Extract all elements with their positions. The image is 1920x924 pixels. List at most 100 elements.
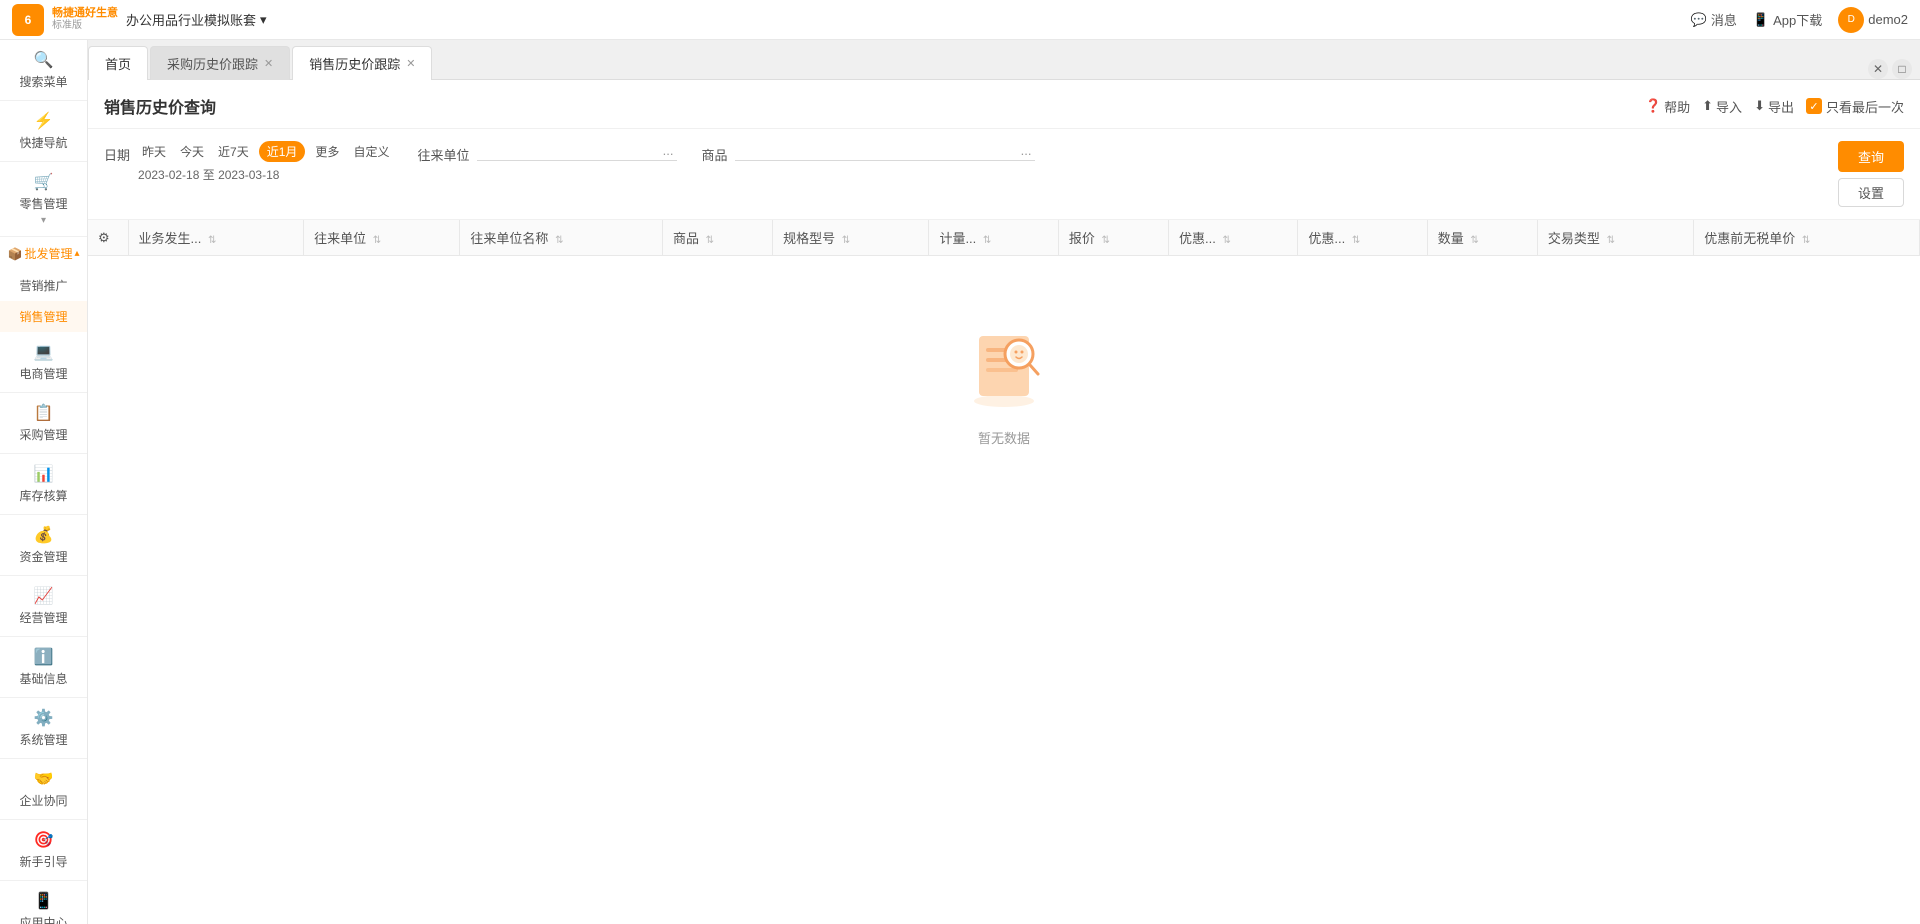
th-disc1-label: 优惠... bbox=[1179, 231, 1216, 246]
sidebar-item-system[interactable]: ⚙️ 系统管理 bbox=[0, 698, 87, 759]
sidebar-item-search-menu[interactable]: 🔍 搜索菜单 bbox=[0, 40, 87, 101]
th-partner-name-label: 往来单位名称 bbox=[470, 231, 548, 246]
sort-icon-pretax-price: ⇅ bbox=[1802, 235, 1810, 246]
th-qty[interactable]: 数量 ⇅ bbox=[1427, 220, 1537, 256]
settings-button[interactable]: 设置 bbox=[1838, 178, 1904, 207]
tab-home[interactable]: 首页 bbox=[88, 46, 148, 80]
sidebar-item-marketing[interactable]: 营销推广 bbox=[0, 270, 87, 301]
th-price-label: 报价 bbox=[1069, 231, 1095, 246]
wholesale-submenu: 营销推广 销售管理 bbox=[0, 270, 87, 332]
tab-bar-controls: ✕ □ bbox=[1868, 59, 1920, 79]
sidebar-item-inventory[interactable]: 📊 库存核算 bbox=[0, 454, 87, 515]
sidebar-item-finance[interactable]: 💰 资金管理 bbox=[0, 515, 87, 576]
chevron-down-icon: ▾ bbox=[260, 12, 267, 28]
partner-input[interactable]: ... bbox=[477, 141, 677, 161]
account-dropdown[interactable]: 办公用品行业模拟账套 ▾ bbox=[126, 10, 267, 29]
sort-icon-price: ⇅ bbox=[1101, 235, 1109, 246]
import-button[interactable]: ⬆ 导入 bbox=[1702, 97, 1742, 116]
sidebar-label-system: 系统管理 bbox=[19, 731, 67, 748]
th-disc2[interactable]: 优惠... ⇅ bbox=[1298, 220, 1427, 256]
th-partner-name[interactable]: 往来单位名称 ⇅ bbox=[460, 220, 663, 256]
message-icon: 💬 bbox=[1691, 12, 1707, 28]
query-button[interactable]: 查询 bbox=[1838, 141, 1904, 172]
page-content: 销售历史价查询 ❓ 帮助 ⬆ 导入 ⬇ 导出 ✓ bbox=[88, 80, 1920, 924]
sidebar-item-basic-info[interactable]: ℹ️ 基础信息 bbox=[0, 637, 87, 698]
th-pretax-price[interactable]: 优惠前无税单价 ⇅ bbox=[1694, 220, 1920, 256]
sidebar-label-inventory: 库存核算 bbox=[19, 487, 67, 504]
partner-label: 往来单位 bbox=[417, 141, 469, 164]
date-filter-group: 日期 昨天 今天 近7天 近1月 更多 自定义 2023-02-18 至 202… bbox=[104, 141, 393, 183]
date-btn-custom[interactable]: 自定义 bbox=[349, 141, 393, 162]
th-biz-date[interactable]: 业务发生... ⇅ bbox=[128, 220, 304, 256]
export-button[interactable]: ⬇ 导出 bbox=[1754, 97, 1794, 116]
sidebar-label-retail: 零售管理 bbox=[19, 195, 67, 212]
app-download-label: App下载 bbox=[1773, 10, 1822, 29]
content-area: 首页 采购历史价跟踪 ✕ 销售历史价跟踪 ✕ ✕ □ 销售历史价查询 bbox=[88, 40, 1920, 924]
th-disc1[interactable]: 优惠... ⇅ bbox=[1168, 220, 1297, 256]
close-window-button[interactable]: ✕ bbox=[1868, 59, 1888, 79]
th-partner-code-label: 往来单位 bbox=[314, 231, 366, 246]
message-button[interactable]: 💬 消息 bbox=[1691, 10, 1737, 29]
tab-purchase-label: 采购历史价跟踪 bbox=[167, 54, 258, 73]
sidebar-item-guide[interactable]: 🎯 新手引导 bbox=[0, 820, 87, 881]
tab-purchase-close[interactable]: ✕ bbox=[264, 57, 273, 70]
chevron-down-icon-retail: ▾ bbox=[41, 215, 46, 226]
th-unit[interactable]: 计量... ⇅ bbox=[929, 220, 1058, 256]
date-btn-7days[interactable]: 近7天 bbox=[214, 141, 253, 162]
sidebar-item-purchase[interactable]: 📋 采购管理 bbox=[0, 393, 87, 454]
th-price[interactable]: 报价 ⇅ bbox=[1058, 220, 1168, 256]
cart-icon: 🛒 bbox=[34, 172, 54, 192]
sidebar-item-operations[interactable]: 📈 经营管理 bbox=[0, 576, 87, 637]
th-pretax-price-label: 优惠前无税单价 bbox=[1704, 231, 1795, 246]
sort-icon-biz-date: ⇅ bbox=[208, 235, 216, 246]
sidebar-label-wholesale: 批发管理 bbox=[24, 245, 72, 262]
th-partner-code[interactable]: 往来单位 ⇅ bbox=[304, 220, 460, 256]
brand-edition: 标准版 bbox=[52, 20, 118, 32]
info-icon: ℹ️ bbox=[34, 647, 54, 667]
maximize-window-button[interactable]: □ bbox=[1892, 59, 1912, 79]
sort-icon-product: ⇅ bbox=[706, 235, 714, 246]
empty-illustration bbox=[954, 316, 1054, 416]
tab-sales-close[interactable]: ✕ bbox=[406, 57, 415, 70]
only-last-checkbox-group[interactable]: ✓ 只看最后一次 bbox=[1806, 97, 1904, 116]
import-icon: ⬆ bbox=[1702, 98, 1713, 114]
account-name: 办公用品行业模拟账套 bbox=[126, 10, 256, 29]
page-actions: ❓ 帮助 ⬆ 导入 ⬇ 导出 ✓ 只看最后一次 bbox=[1645, 97, 1904, 116]
th-spec-label: 规格型号 bbox=[783, 231, 835, 246]
th-product[interactable]: 商品 ⇅ bbox=[662, 220, 772, 256]
th-qty-label: 数量 bbox=[1438, 231, 1464, 246]
date-btn-today[interactable]: 今天 bbox=[176, 141, 208, 162]
date-btn-yesterday[interactable]: 昨天 bbox=[138, 141, 170, 162]
product-filter-group: 商品 ... bbox=[701, 141, 1035, 164]
sidebar-item-retail[interactable]: 🛒 零售管理 ▾ bbox=[0, 162, 87, 237]
date-filters: 昨天 今天 近7天 近1月 更多 自定义 2023-02-18 至 2023-0… bbox=[138, 141, 393, 183]
th-settings[interactable]: ⚙ bbox=[88, 220, 128, 256]
search-icon: 🔍 bbox=[34, 50, 54, 70]
help-button[interactable]: ❓ 帮助 bbox=[1645, 97, 1690, 116]
product-input[interactable]: ... bbox=[735, 141, 1035, 161]
brand-name: 畅捷通好生意 bbox=[52, 7, 118, 20]
th-trade-type[interactable]: 交易类型 ⇅ bbox=[1537, 220, 1693, 256]
page-header: 销售历史价查询 ❓ 帮助 ⬆ 导入 ⬇ 导出 ✓ bbox=[88, 80, 1920, 129]
sidebar-item-sales[interactable]: 销售管理 bbox=[0, 301, 87, 332]
sidebar-item-ecommerce[interactable]: 💻 电商管理 bbox=[0, 332, 87, 393]
lightning-icon: ⚡ bbox=[34, 111, 54, 131]
sidebar-item-wholesale[interactable]: 📦 批发管理 ▴ bbox=[0, 237, 87, 270]
user-profile[interactable]: D demo2 bbox=[1838, 7, 1908, 33]
tab-sales-history[interactable]: 销售历史价跟踪 ✕ bbox=[292, 46, 432, 80]
gear-icon: ⚙️ bbox=[34, 708, 54, 728]
tab-bar: 首页 采购历史价跟踪 ✕ 销售历史价跟踪 ✕ ✕ □ bbox=[88, 40, 1920, 80]
date-btn-1month[interactable]: 近1月 bbox=[259, 141, 306, 162]
sidebar-item-enterprise[interactable]: 🤝 企业协同 bbox=[0, 759, 87, 820]
date-btn-more[interactable]: 更多 bbox=[311, 141, 343, 162]
top-bar-left: 6 畅捷通好生意 标准版 办公用品行业模拟账套 ▾ bbox=[12, 4, 267, 36]
th-spec[interactable]: 规格型号 ⇅ bbox=[773, 220, 929, 256]
app-download-button[interactable]: 📱 App下载 bbox=[1753, 10, 1822, 29]
sidebar-item-quick-nav[interactable]: ⚡ 快捷导航 bbox=[0, 101, 87, 162]
sort-icon-unit: ⇅ bbox=[983, 235, 991, 246]
tab-purchase-history[interactable]: 采购历史价跟踪 ✕ bbox=[150, 46, 290, 80]
app-icon: 📱 bbox=[34, 891, 54, 911]
sidebar-label-ecommerce: 电商管理 bbox=[19, 365, 67, 382]
sidebar-item-app-center[interactable]: 📱 应用中心 bbox=[0, 881, 87, 924]
username: demo2 bbox=[1868, 12, 1908, 27]
